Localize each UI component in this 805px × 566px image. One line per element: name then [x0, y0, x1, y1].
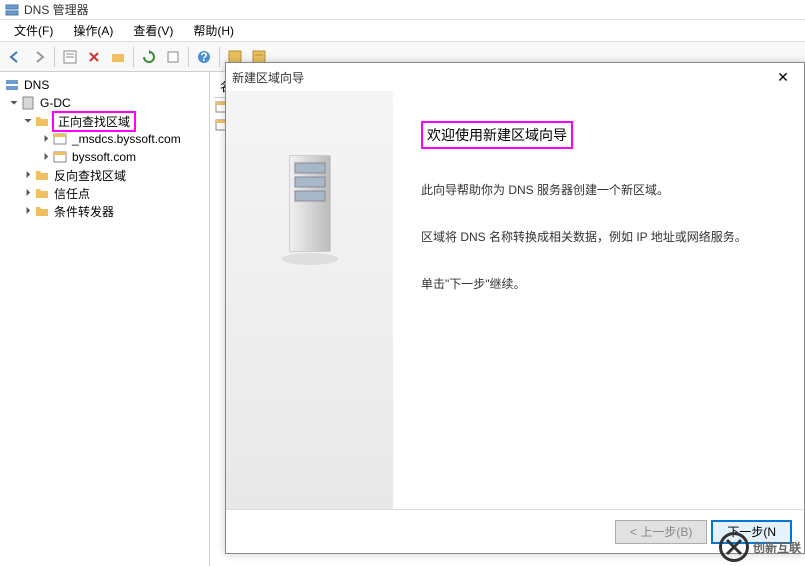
tree-server[interactable]: ⏷ G-DC [0, 94, 209, 112]
forward-icon[interactable] [28, 46, 50, 68]
wizard-body-text-1: 此向导帮助你为 DNS 服务器创建一个新区域。 [421, 181, 776, 200]
app-title-bar: DNS 管理器 [0, 0, 805, 20]
tree-panel: DNS ⏷ G-DC ⏷ 正向查找区域 ⏵ _msdcs.byssoft.com… [0, 72, 210, 566]
watermark: 创新互联 [719, 532, 801, 562]
menu-view[interactable]: 查看(V) [125, 20, 181, 41]
close-icon[interactable]: ✕ [768, 67, 798, 87]
open-icon[interactable] [107, 46, 129, 68]
tree-label: 反向查找区域 [52, 166, 128, 185]
folder-open-icon [34, 113, 50, 129]
collapse-icon[interactable]: ⏷ [8, 98, 20, 109]
wizard-heading-highlight: 欢迎使用新建区域向导 [421, 121, 573, 149]
tree-label: 条件转发器 [52, 202, 116, 221]
wizard-left-pane [226, 91, 393, 509]
tree-reverse-zone[interactable]: ⏵ 反向查找区域 [0, 166, 209, 184]
tree-forwarders[interactable]: ⏵ 条件转发器 [0, 202, 209, 220]
watermark-text: 创新互联 [753, 539, 801, 556]
wizard-heading: 欢迎使用新建区域向导 [423, 123, 571, 147]
tree-label: 信任点 [52, 184, 92, 203]
toolbar-separator [133, 47, 134, 67]
wizard-body: 欢迎使用新建区域向导 此向导帮助你为 DNS 服务器创建一个新区域。 区域将 D… [226, 91, 804, 509]
zone-icon [52, 149, 68, 165]
expand-icon[interactable]: ⏵ [22, 188, 34, 199]
wizard-body-text-3: 单击"下一步"继续。 [421, 275, 776, 294]
folder-icon [34, 167, 50, 183]
tree-forward-zone[interactable]: ⏷ 正向查找区域 [0, 112, 209, 130]
menu-help[interactable]: 帮助(H) [185, 20, 242, 41]
menu-file[interactable]: 文件(F) [6, 20, 61, 41]
tree-label: byssoft.com [70, 149, 138, 165]
folder-icon [34, 203, 50, 219]
tree-trust-points[interactable]: ⏵ 信任点 [0, 184, 209, 202]
wizard-right-pane: 欢迎使用新建区域向导 此向导帮助你为 DNS 服务器创建一个新区域。 区域将 D… [393, 91, 804, 509]
new-zone-wizard-dialog: 新建区域向导 ✕ 欢迎使用新建区域向导 此向导帮助你为 DNS 服务器创建一个新… [225, 62, 805, 554]
dns-app-icon [4, 2, 20, 18]
tree-root-dns[interactable]: DNS [0, 76, 209, 94]
toolbar-separator [54, 47, 55, 67]
menu-bar: 文件(F) 操作(A) 查看(V) 帮助(H) [0, 20, 805, 42]
server-icon [20, 95, 36, 111]
menu-action[interactable]: 操作(A) [65, 20, 121, 41]
tree-label: _msdcs.byssoft.com [70, 131, 183, 147]
expand-icon[interactable]: ⏵ [22, 170, 34, 181]
dns-icon [4, 77, 20, 93]
delete-icon[interactable] [83, 46, 105, 68]
new-icon[interactable] [59, 46, 81, 68]
back-icon[interactable] [4, 46, 26, 68]
watermark-logo-icon [719, 532, 749, 562]
expand-icon[interactable]: ⏵ [40, 152, 52, 163]
tree-zone-byssoft[interactable]: ⏵ byssoft.com [0, 148, 209, 166]
zone-icon [52, 131, 68, 147]
refresh-icon[interactable] [138, 46, 160, 68]
wizard-titlebar[interactable]: 新建区域向导 ✕ [226, 63, 804, 91]
tree-zone-msdcs[interactable]: ⏵ _msdcs.byssoft.com [0, 130, 209, 148]
server-illustration-icon [275, 151, 345, 271]
export-icon[interactable] [162, 46, 184, 68]
toolbar-separator [188, 47, 189, 67]
wizard-title: 新建区域向导 [232, 69, 768, 86]
wizard-button-bar: < 上一步(B) 下一步(N [226, 509, 804, 553]
tree-label: DNS [22, 77, 51, 93]
toolbar-separator [219, 47, 220, 67]
tree-label: G-DC [38, 95, 73, 111]
expand-icon[interactable]: ⏵ [40, 134, 52, 145]
back-button[interactable]: < 上一步(B) [615, 520, 707, 544]
expand-icon[interactable]: ⏵ [22, 206, 34, 217]
app-title: DNS 管理器 [24, 1, 89, 18]
svg-text:?: ? [200, 50, 207, 64]
help-icon[interactable]: ? [193, 46, 215, 68]
collapse-icon[interactable]: ⏷ [22, 116, 34, 127]
wizard-body-text-2: 区域将 DNS 名称转换成相关数据，例如 IP 地址或网络服务。 [421, 228, 776, 247]
folder-icon [34, 185, 50, 201]
tree-label: 正向查找区域 [52, 111, 136, 132]
